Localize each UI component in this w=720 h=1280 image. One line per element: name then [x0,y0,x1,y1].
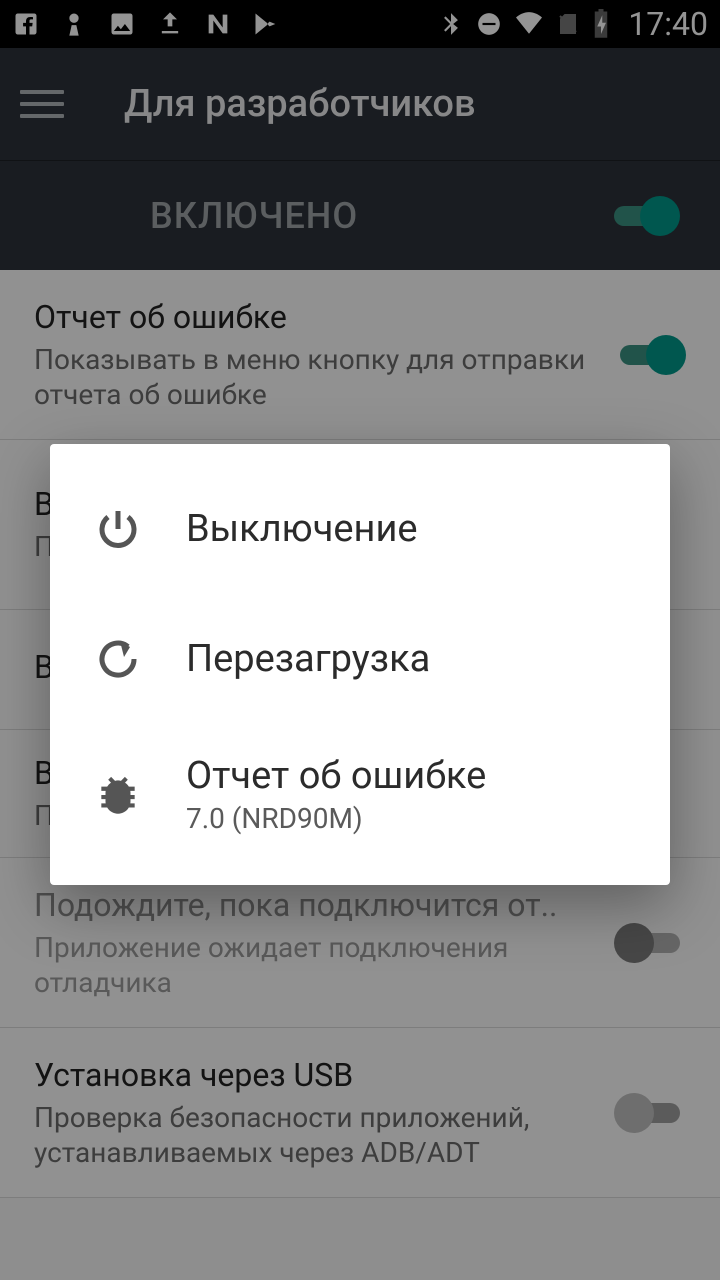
dialog-item-label: Отчет об ошибке [186,754,486,798]
bug-icon [86,770,150,820]
dialog-item-label: Выключение [186,507,418,551]
screen: 17:40 Для разработчиков ВКЛЮЧЕНО Отчет о… [0,0,720,1280]
dialog-item-restart[interactable]: Перезагрузка [50,594,670,724]
power-dialog: Выключение Перезагрузка Отчет об ошибке … [50,444,670,885]
dialog-item-label: Перезагрузка [186,637,430,681]
dialog-item-subtitle: 7.0 (NRD90M) [186,802,486,835]
restart-icon [86,635,150,683]
dialog-item-power-off[interactable]: Выключение [50,464,670,594]
dialog-item-bug-report[interactable]: Отчет об ошибке 7.0 (NRD90M) [50,724,670,865]
power-icon [86,505,150,553]
